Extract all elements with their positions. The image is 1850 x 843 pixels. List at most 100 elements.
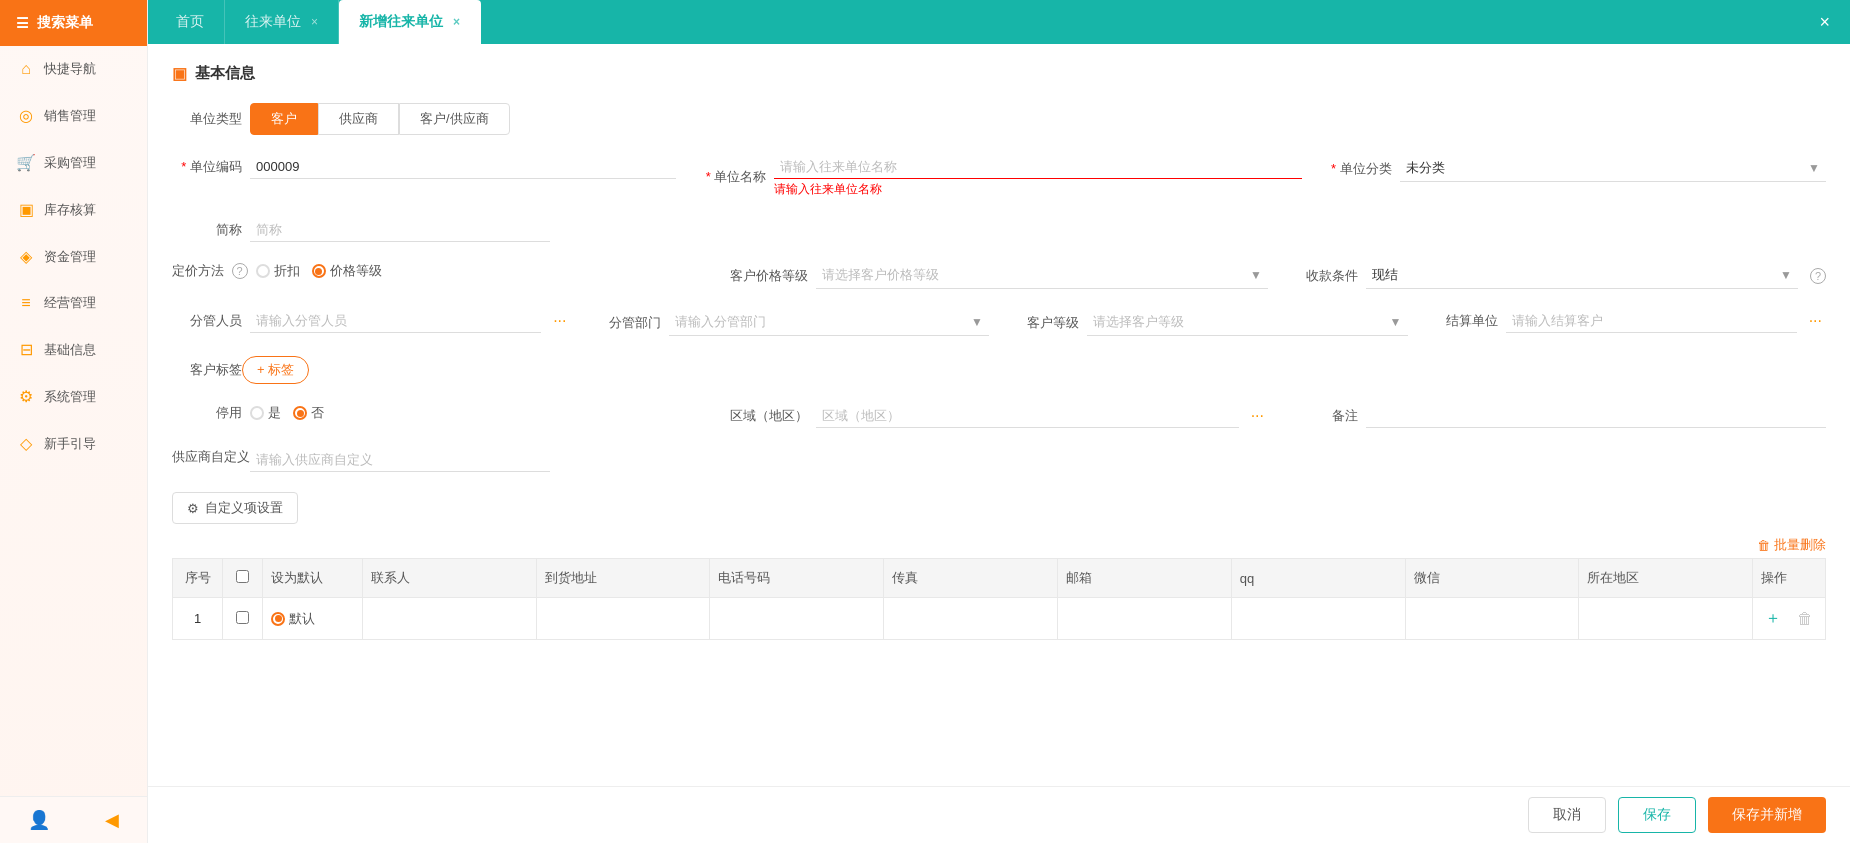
search-menu-item[interactable]: ☰ 搜索菜单 xyxy=(0,0,147,46)
tab-new-partner[interactable]: 新增往来单位 × xyxy=(339,0,481,44)
window-close-button[interactable]: × xyxy=(1807,12,1842,33)
add-tag-button[interactable]: + 标签 xyxy=(242,356,309,384)
row-address[interactable] xyxy=(536,598,710,640)
disabled-no-radio[interactable]: 否 xyxy=(293,404,324,422)
settle-unit-dots-btn[interactable]: ··· xyxy=(1805,312,1826,330)
sidebar-item-basic[interactable]: ⊟ 基础信息 xyxy=(0,326,147,373)
purchase-icon: 🛒 xyxy=(16,153,36,172)
payment-terms-info-icon[interactable]: ? xyxy=(1810,268,1826,284)
disabled-yes-radio[interactable]: 是 xyxy=(250,404,281,422)
batch-delete-area[interactable]: 🗑 批量删除 xyxy=(172,536,1826,554)
unit-code-star: * xyxy=(181,159,186,174)
row-default-radio[interactable]: 默认 xyxy=(271,610,354,628)
pricing-method-field: 定价方法 ? 折扣 价格等级 xyxy=(172,262,710,280)
short-name-label: 简称 xyxy=(172,221,242,239)
row-phone-input[interactable] xyxy=(718,611,875,626)
row-add-icon[interactable]: ＋ xyxy=(1761,608,1785,629)
sidebar-item-purchase[interactable]: 🛒 采购管理 xyxy=(0,139,147,186)
col-qq: qq xyxy=(1231,559,1405,598)
short-name-input[interactable] xyxy=(250,218,550,242)
row-checkbox[interactable] xyxy=(236,611,249,624)
supplier-custom-label: 供应商自定义 xyxy=(172,448,250,466)
row-wechat-input[interactable] xyxy=(1414,611,1571,626)
row-region[interactable] xyxy=(1579,598,1753,640)
section-header: ▣ 基本信息 xyxy=(172,64,1826,83)
custom-settings-button[interactable]: ⚙ 自定义项设置 xyxy=(172,492,298,524)
manager-dots-btn[interactable]: ··· xyxy=(549,312,570,330)
sidebar-item-system[interactable]: ⚙ 系统管理 xyxy=(0,373,147,420)
unit-name-input[interactable] xyxy=(774,155,1301,179)
settle-unit-input[interactable] xyxy=(1506,309,1797,333)
cancel-button[interactable]: 取消 xyxy=(1528,797,1606,833)
batch-delete-icon: 🗑 xyxy=(1757,538,1770,553)
unit-category-select[interactable]: 未分类 ▼ xyxy=(1400,155,1826,182)
section-title: 基本信息 xyxy=(195,64,255,83)
sidebar-item-guide[interactable]: ◇ 新手引导 xyxy=(0,420,147,467)
tab-partners[interactable]: 往来单位 × xyxy=(225,0,339,44)
sidebar-item-quick-nav[interactable]: ⌂ 快捷导航 xyxy=(0,46,147,92)
unit-code-input[interactable] xyxy=(250,155,676,179)
tab-home[interactable]: 首页 xyxy=(156,0,225,44)
customer-level-arrow: ▼ xyxy=(1390,315,1402,329)
region-dots-btn[interactable]: ··· xyxy=(1247,407,1268,425)
payment-terms-field: 收款条件 现结 ▼ ? xyxy=(1288,262,1826,289)
save-button[interactable]: 保存 xyxy=(1618,797,1696,833)
pricing-level-label: 价格等级 xyxy=(330,262,382,280)
pricing-level-radio[interactable]: 价格等级 xyxy=(312,262,382,280)
pricing-info-icon[interactable]: ? xyxy=(232,263,248,279)
row-qq[interactable] xyxy=(1231,598,1405,640)
dept-arrow: ▼ xyxy=(971,315,983,329)
row-address-input[interactable] xyxy=(545,611,702,626)
save-add-button[interactable]: 保存并新增 xyxy=(1708,797,1826,833)
row-fax-input[interactable] xyxy=(892,611,1049,626)
region-input[interactable] xyxy=(816,404,1239,428)
row-wechat[interactable] xyxy=(1405,598,1579,640)
customer-price-level-select[interactable]: 请选择客户价格等级 ▼ xyxy=(816,262,1268,289)
row-email[interactable] xyxy=(1057,598,1231,640)
row-fax[interactable] xyxy=(884,598,1058,640)
unit-type-field: 单位类型 客户 供应商 客户/供应商 xyxy=(172,103,1826,135)
row-phone[interactable] xyxy=(710,598,884,640)
sidebar-item-sales[interactable]: ◎ 销售管理 xyxy=(0,92,147,139)
sidebar-user-icon[interactable]: 👤 xyxy=(24,805,54,835)
table-row: 1 默认 xyxy=(173,598,1826,640)
pricing-discount-radio[interactable]: 折扣 xyxy=(256,262,300,280)
row-delete-icon[interactable]: 🗑 xyxy=(1793,610,1817,628)
row-qq-input[interactable] xyxy=(1240,611,1397,626)
sidebar-item-operations[interactable]: ≡ 经营管理 xyxy=(0,280,147,326)
disabled-yes-circle xyxy=(250,406,264,420)
remark-label: 备注 xyxy=(1288,407,1358,425)
short-name-field: 简称 xyxy=(172,218,1826,242)
sidebar-item-finance[interactable]: ◈ 资金管理 xyxy=(0,233,147,280)
unit-type-customer[interactable]: 客户 xyxy=(250,103,318,135)
row-contact-input[interactable] xyxy=(371,611,528,626)
select-all-checkbox[interactable] xyxy=(236,570,249,583)
row-region-input[interactable] xyxy=(1587,611,1744,626)
sales-icon: ◎ xyxy=(16,106,36,125)
tab-partners-label: 往来单位 xyxy=(245,13,301,31)
col-email: 邮箱 xyxy=(1057,559,1231,598)
manager-input[interactable] xyxy=(250,309,541,333)
remark-input[interactable] xyxy=(1366,404,1826,428)
tab-new-partner-label: 新增往来单位 xyxy=(359,13,443,31)
sidebar-label-sales: 销售管理 xyxy=(44,107,96,125)
row-contact[interactable] xyxy=(363,598,537,640)
supplier-custom-input[interactable] xyxy=(250,448,550,472)
dept-select[interactable]: 请输入分管部门 ▼ xyxy=(669,309,990,336)
sidebar-expand-icon[interactable]: ◀ xyxy=(101,805,123,835)
stock-icon: ▣ xyxy=(16,200,36,219)
guide-icon: ◇ xyxy=(16,434,36,453)
sidebar-item-stock[interactable]: ▣ 库存核算 xyxy=(0,186,147,233)
payment-terms-select[interactable]: 现结 ▼ xyxy=(1366,262,1798,289)
unit-type-both[interactable]: 客户/供应商 xyxy=(399,103,510,135)
unit-name-field: * 单位名称 请输入往来单位名称 xyxy=(696,155,1301,198)
tab-partners-close[interactable]: × xyxy=(311,15,318,29)
unit-type-supplier[interactable]: 供应商 xyxy=(318,103,399,135)
row-actions: ＋ 🗑 xyxy=(1761,608,1817,629)
customer-level-select[interactable]: 请选择客户等级 ▼ xyxy=(1087,309,1408,336)
row-email-input[interactable] xyxy=(1066,611,1223,626)
tab-new-partner-close[interactable]: × xyxy=(453,15,460,29)
unit-category-field: * 单位分类 未分类 ▼ xyxy=(1322,155,1826,182)
unit-type-group: 客户 供应商 客户/供应商 xyxy=(250,103,510,135)
unit-name-wrap: 请输入往来单位名称 xyxy=(774,155,1301,198)
